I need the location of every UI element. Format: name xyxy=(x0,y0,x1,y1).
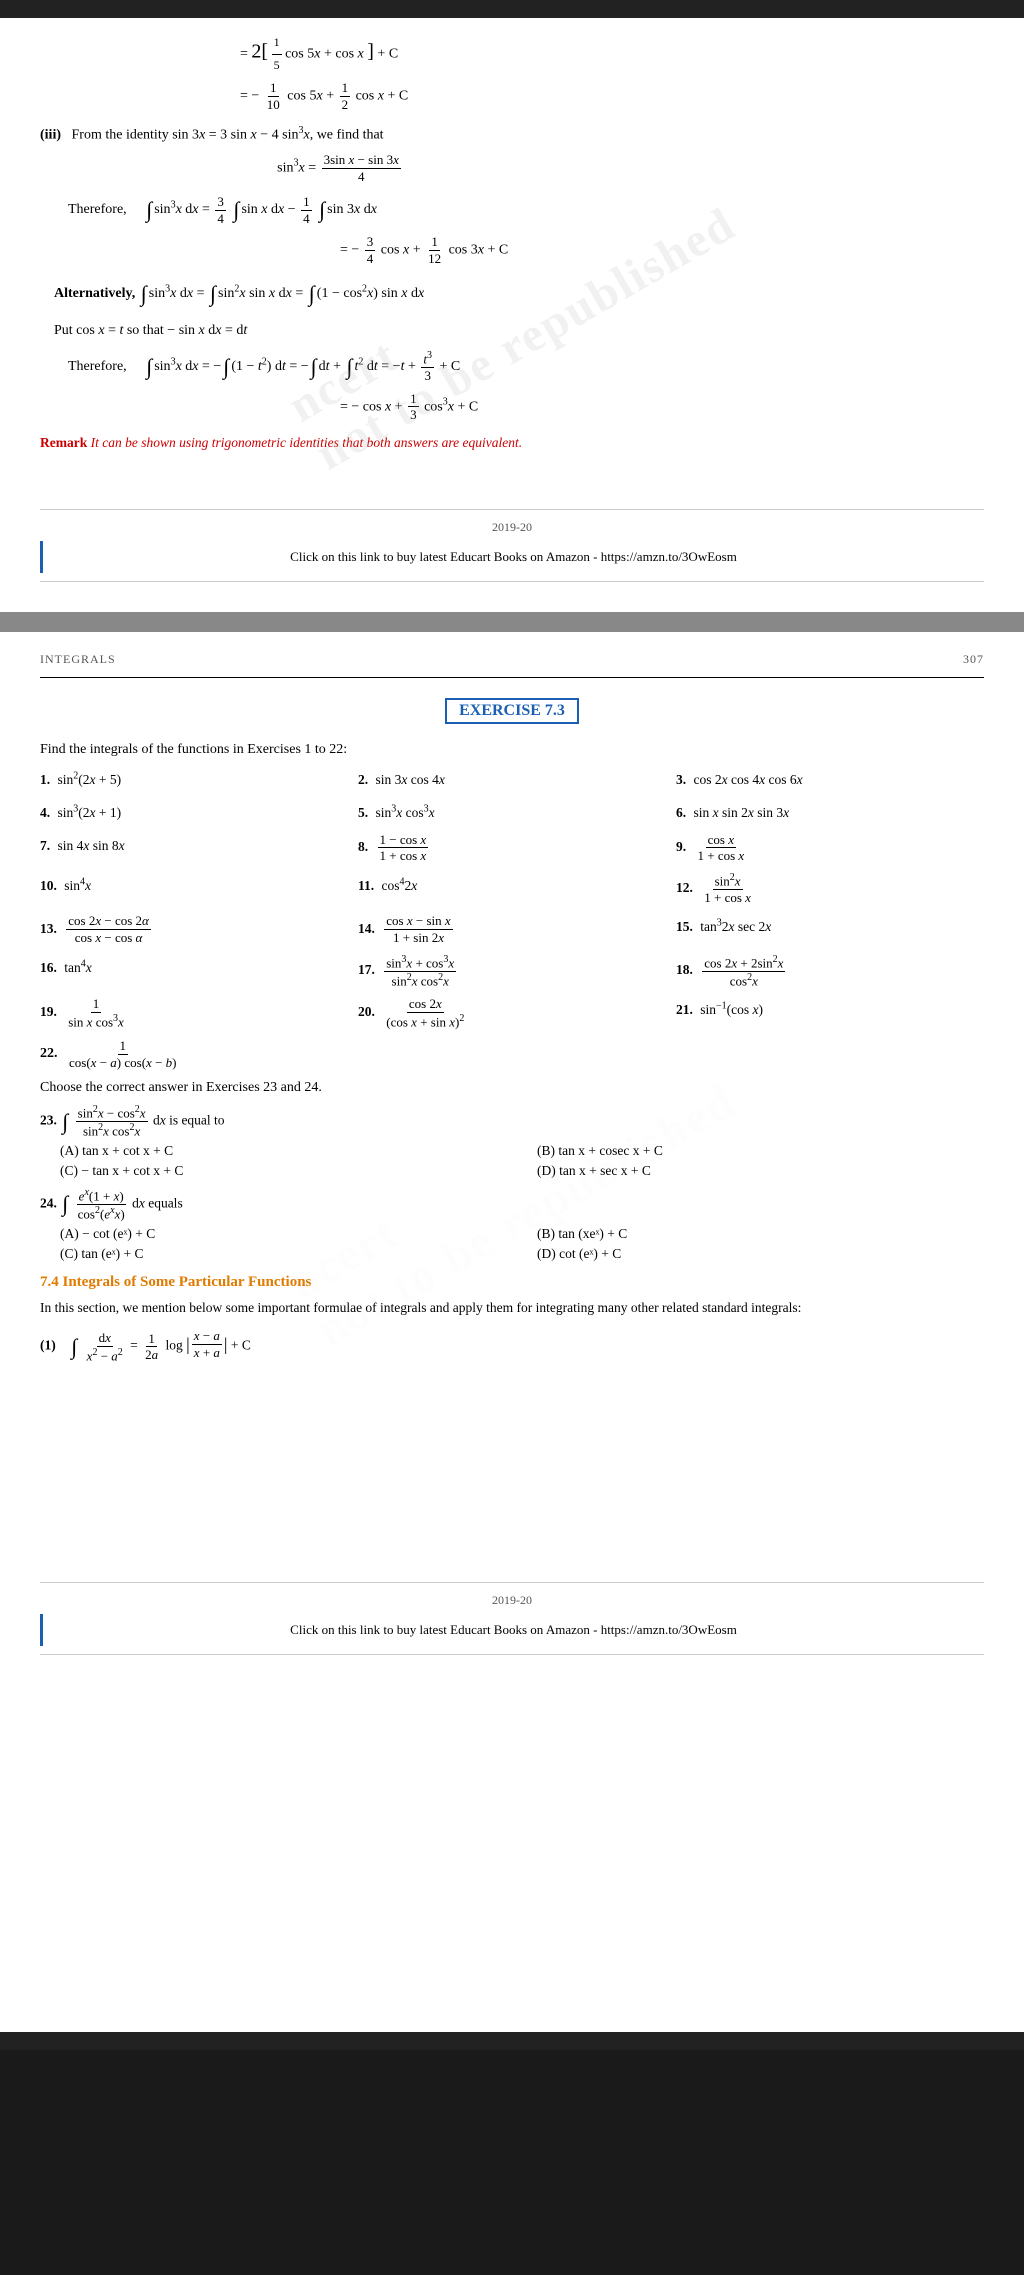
header-left: INTEGRALS xyxy=(40,652,116,667)
ex-3: 3. cos 2x cos 4x cos 6x xyxy=(676,766,984,793)
exercise-grid-10-12: 10. sin4x 11. cos42x 12. sin2x1 + cos x xyxy=(40,872,984,906)
promo-bar-2[interactable]: Click on this link to buy latest Educart… xyxy=(40,1614,984,1646)
ex-14: 14. cos x − sin x 1 + sin 2x xyxy=(358,913,666,945)
result-1: = − 34 cos x + 112 cos 3x + C xyxy=(340,234,984,266)
ex-12: 12. sin2x1 + cos x xyxy=(676,872,984,906)
section-74: 7.4 Integrals of Some Particular Functio… xyxy=(40,1274,984,1364)
promo-text-2: Click on this link to buy latest Educart… xyxy=(290,1622,737,1637)
q24-opt-b: (B) tan (xeˣ) + C xyxy=(537,1226,984,1242)
exercise-intro: Find the integrals of the functions in E… xyxy=(40,742,984,758)
q24-opt-a: (A) − cot (eˣ) + C xyxy=(60,1226,507,1242)
promo-text-1: Click on this link to buy latest Educart… xyxy=(290,549,737,564)
remark-text: Remark It can be shown using trigonometr… xyxy=(40,435,984,451)
sin3-formula: sin3x = 3sin x − sin 3x 4 xyxy=(190,152,490,184)
q23-opt-b: (B) tan x + cosec x + C xyxy=(537,1143,984,1159)
q23-label: 23. ∫ sin2x − cos2x sin2x cos2x dx is eq… xyxy=(40,1104,984,1139)
q23-opt-a: (A) tan x + cot x + C xyxy=(60,1143,507,1159)
year-label-1: 2019-20 xyxy=(40,520,984,535)
ex-10: 10. sin4x xyxy=(40,872,348,906)
formula-1: (1) ∫ dx x2 − a2 = 1 2a log | x − a x + … xyxy=(40,1328,984,1363)
ex-18: 18. cos 2x + 2sin2x cos2x xyxy=(676,954,984,989)
year-label-2: 2019-20 xyxy=(40,1593,984,1608)
ex-21: 21. sin−1(cos x) xyxy=(676,996,984,1030)
q24-opt-c: (C) tan (eˣ) + C xyxy=(60,1246,507,1262)
result-2: = − cos x + 13 cos3x + C xyxy=(340,391,984,423)
ex-6: 6. sin x sin 2x sin 3x xyxy=(676,799,984,826)
header-right: 307 xyxy=(963,652,984,667)
exercise-grid-1-9: 1. sin2(2x + 5) 2. sin 3x cos 4x 3. cos … xyxy=(40,766,984,864)
ex-2: 2. sin 3x cos 4x xyxy=(358,766,666,793)
promo-bar-1[interactable]: Click on this link to buy latest Educart… xyxy=(40,541,984,573)
q23-opt-d: (D) tan x + sec x + C xyxy=(537,1163,984,1179)
choose-section: Choose the correct answer in Exercises 2… xyxy=(40,1080,984,1262)
q23-options: (A) tan x + cot x + C (B) tan x + cosec … xyxy=(60,1143,984,1179)
exercise-grid-19-21: 19. 1 sin x cos3x 20. cos 2x (cos x + si… xyxy=(40,996,984,1030)
put-cos: Put cos x = t so that − sin x dx = dt xyxy=(40,318,984,343)
ex-7: 7. sin 4x sin 8x xyxy=(40,832,348,864)
q23: 23. ∫ sin2x − cos2x sin2x cos2x dx is eq… xyxy=(40,1104,984,1179)
choose-intro: Choose the correct answer in Exercises 2… xyxy=(40,1080,984,1096)
ex-17: 17. sin3x + cos3x sin2x cos2x xyxy=(358,954,666,989)
section-74-title: 7.4 Integrals of Some Particular Functio… xyxy=(40,1274,984,1291)
ex-8: 8. 1 − cos x1 + cos x xyxy=(358,832,666,864)
ex-9: 9. cos x1 + cos x xyxy=(676,832,984,864)
equation-line-2: = − 110 cos 5x + 12 cos x + C xyxy=(240,80,984,112)
section-74-intro: In this section, we mention below some i… xyxy=(40,1297,984,1319)
q24-opt-d: (D) cot (eˣ) + C xyxy=(537,1246,984,1262)
ex-16: 16. tan4x xyxy=(40,954,348,989)
ex-5: 5. sin3x cos3x xyxy=(358,799,666,826)
ex-4: 4. sin3(2x + 1) xyxy=(40,799,348,826)
exercise-center: EXERCISE 7.3 xyxy=(40,688,984,734)
exercise-grid-13-15: 13. cos 2x − cos 2α cos x − cos α 14. co… xyxy=(40,913,984,945)
exercise-grid-16-18: 16. tan4x 17. sin3x + cos3x sin2x cos2x … xyxy=(40,954,984,989)
page-header: INTEGRALS 307 xyxy=(40,652,984,667)
alternatively-line: Alternatively, ∫sin3x dx = ∫sin2x sin x … xyxy=(40,274,984,314)
q24-label: 24. ∫ ex(1 + x) cos2(exx) dx equals xyxy=(40,1187,984,1222)
ex-13: 13. cos 2x − cos 2α cos x − cos α xyxy=(40,913,348,945)
therefore-1: Therefore, ∫sin3x dx = 34 ∫sin x dx − 14… xyxy=(40,190,984,230)
q24: 24. ∫ ex(1 + x) cos2(exx) dx equals (A) … xyxy=(40,1187,984,1262)
ex-19: 19. 1 sin x cos3x xyxy=(40,996,348,1030)
ex-22: 22. 1 cos(x − a) cos(x − b) xyxy=(40,1038,984,1070)
equation-line-1: = 2[ 1 5 cos 5x + cos x ] + C xyxy=(240,32,984,76)
ex-1: 1. sin2(2x + 5) xyxy=(40,766,348,793)
part-iii-label: (iii) From the identity sin 3x = 3 sin x… xyxy=(40,122,984,148)
q24-options: (A) − cot (eˣ) + C (B) tan (xeˣ) + C (C)… xyxy=(60,1226,984,1262)
ex-11: 11. cos42x xyxy=(358,872,666,906)
ex-20: 20. cos 2x (cos x + sin x)2 xyxy=(358,996,666,1030)
exercise-title: EXERCISE 7.3 xyxy=(445,698,579,724)
therefore-2: Therefore, ∫sin3x dx = −∫(1 − t2) dt = −… xyxy=(40,347,984,387)
q23-opt-c: (C) − tan x + cot x + C xyxy=(60,1163,507,1179)
ex-15: 15. tan32x sec 2x xyxy=(676,913,984,945)
